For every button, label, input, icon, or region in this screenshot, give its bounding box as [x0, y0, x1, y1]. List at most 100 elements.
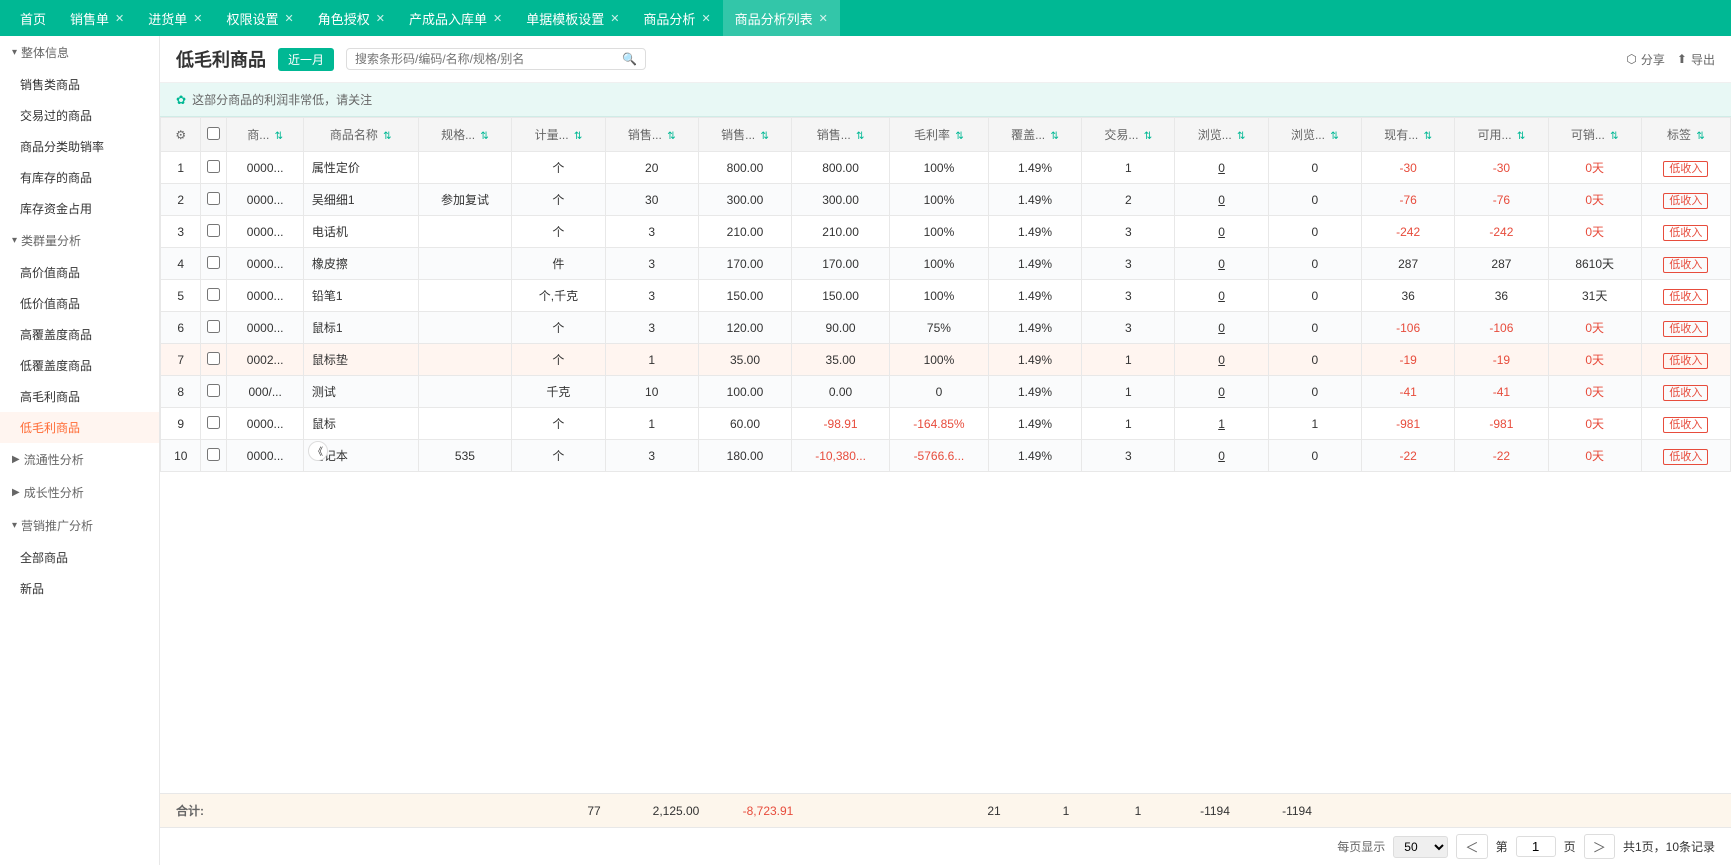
page-label: 第: [1496, 838, 1508, 855]
th-tag[interactable]: 标签 ⇅: [1641, 118, 1730, 152]
sidebar-item-new-products[interactable]: 新品: [0, 573, 159, 604]
th-unit[interactable]: 计量... ⇅: [512, 118, 605, 152]
th-sales-price[interactable]: 销售... ⇅: [698, 118, 791, 152]
th-current-stock[interactable]: 现有... ⇅: [1361, 118, 1454, 152]
sidebar-group-flow[interactable]: ▶ 流通性分析: [0, 443, 159, 476]
nav-template-settings[interactable]: 单据模板设置 ✕: [514, 0, 631, 36]
nav-sales-order[interactable]: 销售单 ✕: [58, 0, 136, 36]
row-checkbox[interactable]: [207, 288, 220, 301]
search-input[interactable]: [355, 52, 618, 66]
close-icon[interactable]: ✕: [701, 12, 710, 25]
sidebar-item-stock-capital[interactable]: 库存资金占用: [0, 193, 159, 224]
sidebar-item-category-rate[interactable]: 商品分类助销率: [0, 131, 159, 162]
th-view2[interactable]: 浏览... ⇅: [1268, 118, 1361, 152]
row-checkbox[interactable]: [207, 320, 220, 333]
row-checkbox[interactable]: [207, 224, 220, 237]
cell-checkbox[interactable]: [201, 344, 227, 376]
row-checkbox[interactable]: [207, 448, 220, 461]
sidebar-item-low-margin[interactable]: 低毛利商品: [0, 412, 159, 443]
row-checkbox[interactable]: [207, 256, 220, 269]
close-icon[interactable]: ✕: [376, 12, 385, 25]
sidebar-item-low-coverage[interactable]: 低覆盖度商品: [0, 350, 159, 381]
cell-code: 0002...: [227, 344, 303, 376]
page-number-input[interactable]: [1516, 836, 1556, 857]
search-icon[interactable]: 🔍: [622, 52, 637, 66]
filter-month-button[interactable]: 近一月: [278, 48, 334, 71]
sidebar-item-in-stock[interactable]: 有库存的商品: [0, 162, 159, 193]
row-checkbox[interactable]: [207, 416, 220, 429]
cell-view1[interactable]: 1: [1175, 408, 1268, 440]
cell-checkbox[interactable]: [201, 440, 227, 472]
close-icon[interactable]: ✕: [193, 12, 202, 25]
nav-product-analysis[interactable]: 商品分析 ✕: [631, 0, 722, 36]
cell-view1[interactable]: 0: [1175, 376, 1268, 408]
cell-view2: 0: [1268, 248, 1361, 280]
sidebar-item-traded-products[interactable]: 交易过的商品: [0, 100, 159, 131]
cell-checkbox[interactable]: [201, 248, 227, 280]
sidebar-group-growth[interactable]: ▶ 成长性分析: [0, 476, 159, 509]
cell-checkbox[interactable]: [201, 312, 227, 344]
cell-checkbox[interactable]: [201, 152, 227, 184]
th-name[interactable]: 商品名称 ⇅: [303, 118, 418, 152]
sidebar-group-overall[interactable]: ▾ 整体信息: [0, 36, 159, 69]
row-checkbox[interactable]: [207, 192, 220, 205]
nav-home[interactable]: 首页: [8, 0, 58, 36]
cell-view1[interactable]: 0: [1175, 440, 1268, 472]
cell-view1[interactable]: 0: [1175, 344, 1268, 376]
th-code[interactable]: 商... ⇅: [227, 118, 303, 152]
page-size-select[interactable]: 50 100 200: [1393, 836, 1448, 858]
th-spec[interactable]: 规格... ⇅: [418, 118, 512, 152]
sidebar-item-sales-products[interactable]: 销售类商品: [0, 69, 159, 100]
nav-purchase-order[interactable]: 进货单 ✕: [136, 0, 214, 36]
th-gross-margin[interactable]: 毛利率 ⇅: [889, 118, 988, 152]
collapse-sidebar-button[interactable]: 《: [308, 441, 328, 461]
next-page-button[interactable]: ＞: [1584, 834, 1615, 859]
row-checkbox[interactable]: [207, 160, 220, 173]
footer-current-stock: -1194: [1180, 804, 1250, 818]
th-sales-qty[interactable]: 销售... ⇅: [605, 118, 698, 152]
cell-view2: 0: [1268, 216, 1361, 248]
sidebar-item-low-value[interactable]: 低价值商品: [0, 288, 159, 319]
cell-checkbox[interactable]: [201, 216, 227, 248]
close-icon[interactable]: ✕: [610, 12, 619, 25]
th-trade[interactable]: 交易... ⇅: [1082, 118, 1175, 152]
nav-product-entry[interactable]: 产成品入库单 ✕: [397, 0, 514, 36]
sidebar-group-marketing[interactable]: ▾ 营销推广分析: [0, 509, 159, 542]
th-view1[interactable]: 浏览... ⇅: [1175, 118, 1268, 152]
th-coverage[interactable]: 覆盖... ⇅: [988, 118, 1081, 152]
prev-page-button[interactable]: ＜: [1456, 834, 1487, 859]
footer-sales-qty: 77: [564, 804, 624, 818]
row-checkbox[interactable]: [207, 352, 220, 365]
cell-checkbox[interactable]: [201, 184, 227, 216]
th-settings[interactable]: ⚙: [161, 118, 201, 152]
select-all-checkbox[interactable]: [207, 127, 220, 140]
nav-role-auth[interactable]: 角色授权 ✕: [306, 0, 397, 36]
cell-checkbox[interactable]: [201, 280, 227, 312]
cell-view1[interactable]: 0: [1175, 280, 1268, 312]
export-button[interactable]: ⬆ 导出: [1677, 51, 1715, 68]
th-checkbox[interactable]: [201, 118, 227, 152]
th-available[interactable]: 可用... ⇅: [1455, 118, 1548, 152]
close-icon[interactable]: ✕: [493, 12, 502, 25]
th-sellable[interactable]: 可销... ⇅: [1548, 118, 1641, 152]
share-button[interactable]: ⬡ 分享: [1626, 51, 1665, 68]
th-sales-amount[interactable]: 销售... ⇅: [792, 118, 890, 152]
cell-view1[interactable]: 0: [1175, 312, 1268, 344]
cell-view1[interactable]: 0: [1175, 248, 1268, 280]
sidebar-item-high-value[interactable]: 高价值商品: [0, 257, 159, 288]
nav-product-analysis-list[interactable]: 商品分析列表 ✕: [723, 0, 840, 36]
cell-view1[interactable]: 0: [1175, 152, 1268, 184]
cell-checkbox[interactable]: [201, 408, 227, 440]
close-icon[interactable]: ✕: [285, 12, 294, 25]
sidebar-item-high-coverage[interactable]: 高覆盖度商品: [0, 319, 159, 350]
close-icon[interactable]: ✕: [819, 12, 828, 25]
cell-checkbox[interactable]: [201, 376, 227, 408]
sidebar-group-cluster[interactable]: ▾ 类群量分析: [0, 224, 159, 257]
nav-permissions[interactable]: 权限设置 ✕: [214, 0, 305, 36]
sidebar-item-high-margin[interactable]: 高毛利商品: [0, 381, 159, 412]
close-icon[interactable]: ✕: [115, 12, 124, 25]
row-checkbox[interactable]: [207, 384, 220, 397]
cell-view1[interactable]: 0: [1175, 216, 1268, 248]
cell-view1[interactable]: 0: [1175, 184, 1268, 216]
sidebar-item-all-products[interactable]: 全部商品: [0, 542, 159, 573]
